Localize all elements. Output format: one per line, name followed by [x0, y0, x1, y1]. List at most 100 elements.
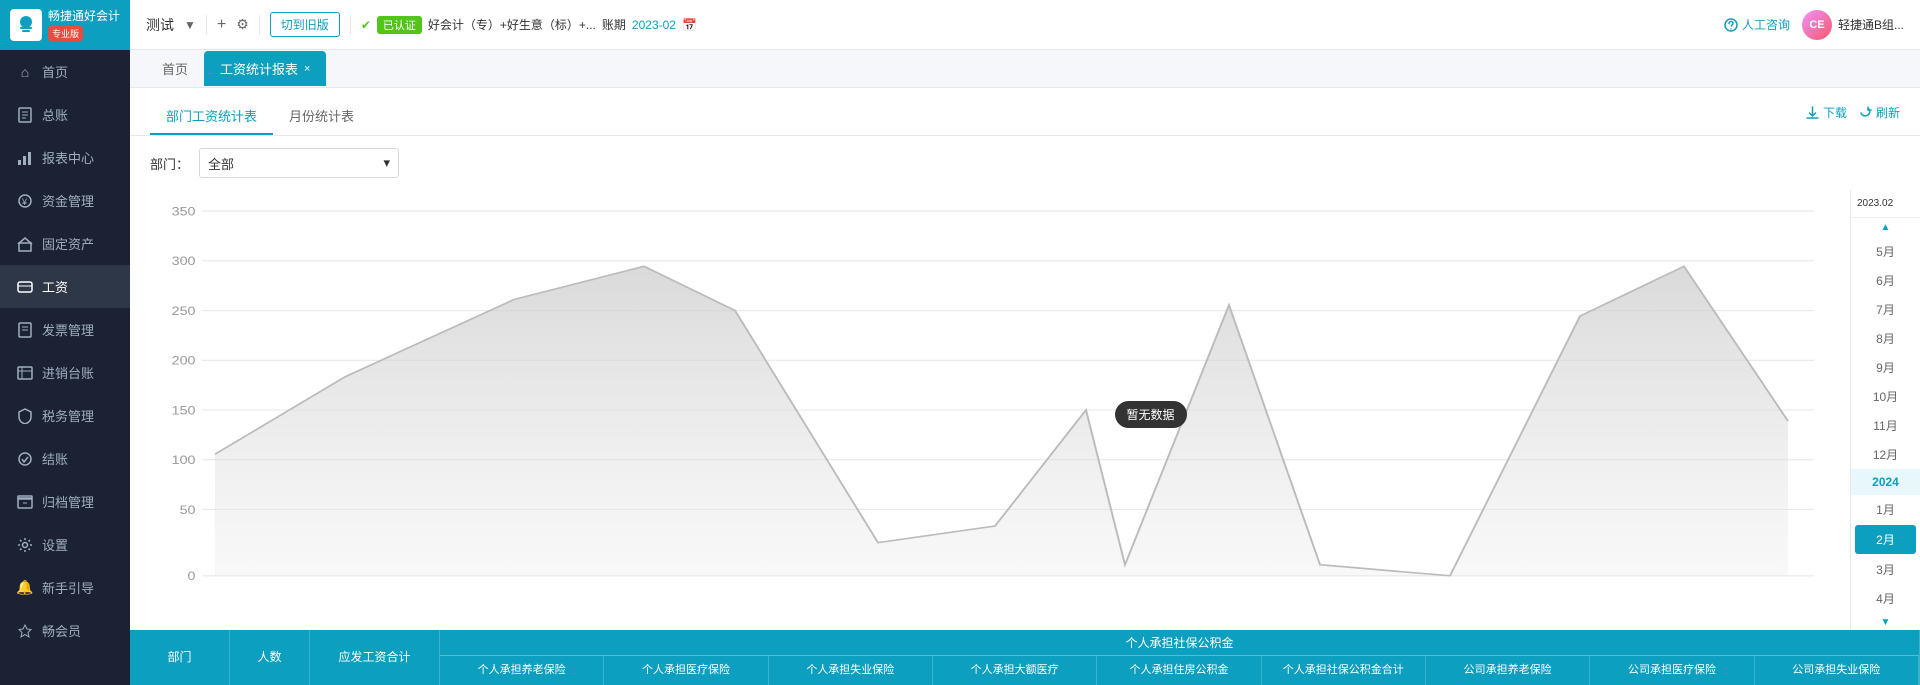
month-item-6[interactable]: 6月 — [1851, 266, 1920, 295]
settings-icon — [16, 536, 34, 554]
chart-area: 350 300 250 200 150 100 50 0 — [130, 190, 1920, 630]
th-total-salary: 应发工资合计 — [310, 630, 440, 685]
sidebar-item-ledger[interactable]: 总账 — [0, 93, 130, 136]
sidebar-item-label: 结账 — [42, 449, 68, 468]
month-item-9[interactable]: 9月 — [1851, 353, 1920, 382]
main-area: 测试 ▼ + ⚙ 切到旧版 ✔ 已认证 好会计（专）+好生意（标）+... 账期… — [130, 0, 1920, 685]
svg-text:150: 150 — [172, 403, 196, 417]
app-logo: 畅捷通好会计 专业版 — [0, 0, 130, 50]
refresh-button[interactable]: 刷新 — [1859, 104, 1900, 121]
sidebar-item-label: 畅会员 — [42, 621, 81, 640]
next-arrow[interactable]: ▼ — [1851, 613, 1920, 630]
user-section[interactable]: CE 轻捷通B组... — [1802, 10, 1904, 40]
user-name: 轻捷通B组... — [1838, 16, 1904, 33]
sidebar-item-tax[interactable]: 税务管理 — [0, 394, 130, 437]
month-item-12[interactable]: 12月 — [1851, 440, 1920, 469]
logo-icon — [10, 9, 42, 41]
sidebar-item-label: 归档管理 — [42, 492, 94, 511]
company-dropdown-icon[interactable]: ▼ — [184, 18, 196, 32]
sidebar-item-reports[interactable]: 报表中心 — [0, 136, 130, 179]
topbar: 测试 ▼ + ⚙ 切到旧版 ✔ 已认证 好会计（专）+好生意（标）+... 账期… — [130, 0, 1920, 50]
tab-salary-report[interactable]: 工资统计报表 × — [204, 51, 326, 86]
month-item-11[interactable]: 11月 — [1851, 411, 1920, 440]
service-label: 人工咨询 — [1742, 16, 1790, 33]
content-area: 部门工资统计表 月份统计表 下载 刷新 部门： 全部 ▾ — [130, 88, 1920, 685]
year-header[interactable]: 2023.02 — [1851, 190, 1920, 218]
add-icon[interactable]: + — [217, 16, 226, 34]
tab-close-icon[interactable]: × — [304, 63, 310, 75]
app-badge: 专业版 — [48, 26, 83, 41]
invoice-icon — [16, 321, 34, 339]
salary-icon — [16, 278, 34, 296]
sidebar-item-assets[interactable]: 固定资产 — [0, 222, 130, 265]
sidebar-item-guide[interactable]: 🔔 新手引导 — [0, 566, 130, 609]
sidebar-item-funds[interactable]: ¥ 资金管理 — [0, 179, 130, 222]
calendar-icon[interactable]: 📅 — [682, 18, 697, 32]
account-type-tags: 好会计（专）+好生意（标）+... — [428, 16, 596, 33]
sidebar-item-label: 发票管理 — [42, 320, 94, 339]
month-item-4[interactable]: 4月 — [1851, 584, 1920, 613]
sub-tab-dept[interactable]: 部门工资统计表 — [150, 98, 273, 135]
sidebar-item-invoice[interactable]: 发票管理 — [0, 308, 130, 351]
sidebar-item-settings[interactable]: 设置 — [0, 523, 130, 566]
sidebar-item-archive[interactable]: 归档管理 — [0, 480, 130, 523]
sidebar-item-home[interactable]: ⌂ 首页 — [0, 50, 130, 93]
dropdown-arrow-icon: ▾ — [383, 155, 390, 171]
topbar-right: 人工咨询 CE 轻捷通B组... — [1724, 10, 1904, 40]
sidebar-item-member[interactable]: 畅会员 — [0, 609, 130, 652]
dept-filter-select[interactable]: 全部 ▾ — [199, 148, 399, 178]
th-total-salary-label: 应发工资合计 — [338, 650, 410, 666]
company-name: 测试 — [146, 15, 174, 35]
prev-arrow[interactable]: ▲ — [1851, 218, 1920, 237]
th-group-sub-cols: 个人承担养老保险 个人承担医疗保险 个人承担失业保险 个人承担大额医疗 个人承担… — [440, 656, 1919, 685]
sidebar-item-label: 固定资产 — [42, 234, 94, 253]
assets-icon — [16, 235, 34, 253]
th-personal-total: 个人承担社保公积金合计 — [1262, 656, 1426, 685]
topbar-divider-2 — [259, 15, 260, 35]
old-mode-button[interactable]: 切到旧版 — [270, 12, 340, 37]
th-count: 人数 — [230, 630, 310, 685]
closing-icon — [16, 450, 34, 468]
th-personal-old-age: 个人承担养老保险 — [440, 656, 604, 685]
member-icon — [16, 622, 34, 640]
svg-text:200: 200 — [172, 354, 196, 368]
sidebar-item-purchase[interactable]: 进销台账 — [0, 351, 130, 394]
month-item-1[interactable]: 1月 — [1851, 495, 1920, 524]
tab-home[interactable]: 首页 — [146, 51, 204, 86]
reports-icon — [16, 149, 34, 167]
ledger-icon — [16, 106, 34, 124]
month-item-5[interactable]: 5月 — [1851, 237, 1920, 266]
sidebar-item-label: 进销台账 — [42, 363, 94, 382]
current-year-label: 2023.02 — [1857, 198, 1893, 209]
tax-icon — [16, 407, 34, 425]
th-personal-group: 个人承担社保公积金 个人承担养老保险 个人承担医疗保险 个人承担失业保险 个人承… — [440, 630, 1920, 685]
service-button[interactable]: 人工咨询 — [1724, 16, 1790, 33]
download-button[interactable]: 下载 — [1806, 104, 1847, 121]
sidebar-item-salary[interactable]: 工资 — [0, 265, 130, 308]
dept-filter-value: 全部 — [208, 154, 234, 173]
download-label: 下载 — [1823, 104, 1847, 121]
filter-row: 部门： 全部 ▾ — [130, 136, 1920, 190]
month-item-3[interactable]: 3月 — [1851, 555, 1920, 584]
sidebar-item-label: 税务管理 — [42, 406, 94, 425]
topbar-status: ✔ 已认证 好会计（专）+好生意（标）+... 账期 2023-02 📅 — [361, 16, 697, 34]
month-item-7[interactable]: 7月 — [1851, 295, 1920, 324]
svg-text:0: 0 — [188, 569, 196, 583]
sub-tab-bar: 部门工资统计表 月份统计表 下载 刷新 — [130, 88, 1920, 136]
certified-badge: 已认证 — [377, 16, 422, 34]
svg-text:50: 50 — [180, 503, 196, 517]
user-avatar: CE — [1802, 10, 1832, 40]
tab-bar: 首页 工资统计报表 × — [130, 50, 1920, 88]
month-item-8[interactable]: 8月 — [1851, 324, 1920, 353]
settings-topbar-icon[interactable]: ⚙ — [236, 16, 249, 33]
th-count-label: 人数 — [257, 650, 281, 666]
sub-tab-monthly[interactable]: 月份统计表 — [273, 98, 370, 135]
th-personal-housing: 个人承担住房公积金 — [1097, 656, 1261, 685]
home-icon: ⌂ — [16, 63, 34, 81]
svg-text:350: 350 — [172, 204, 196, 218]
tab-home-label: 首页 — [162, 62, 188, 77]
month-item-10[interactable]: 10月 — [1851, 382, 1920, 411]
sidebar-item-closing[interactable]: 结账 — [0, 437, 130, 480]
month-item-2-active[interactable]: 2月 — [1855, 525, 1916, 554]
period-value: 2023-02 — [632, 18, 676, 32]
